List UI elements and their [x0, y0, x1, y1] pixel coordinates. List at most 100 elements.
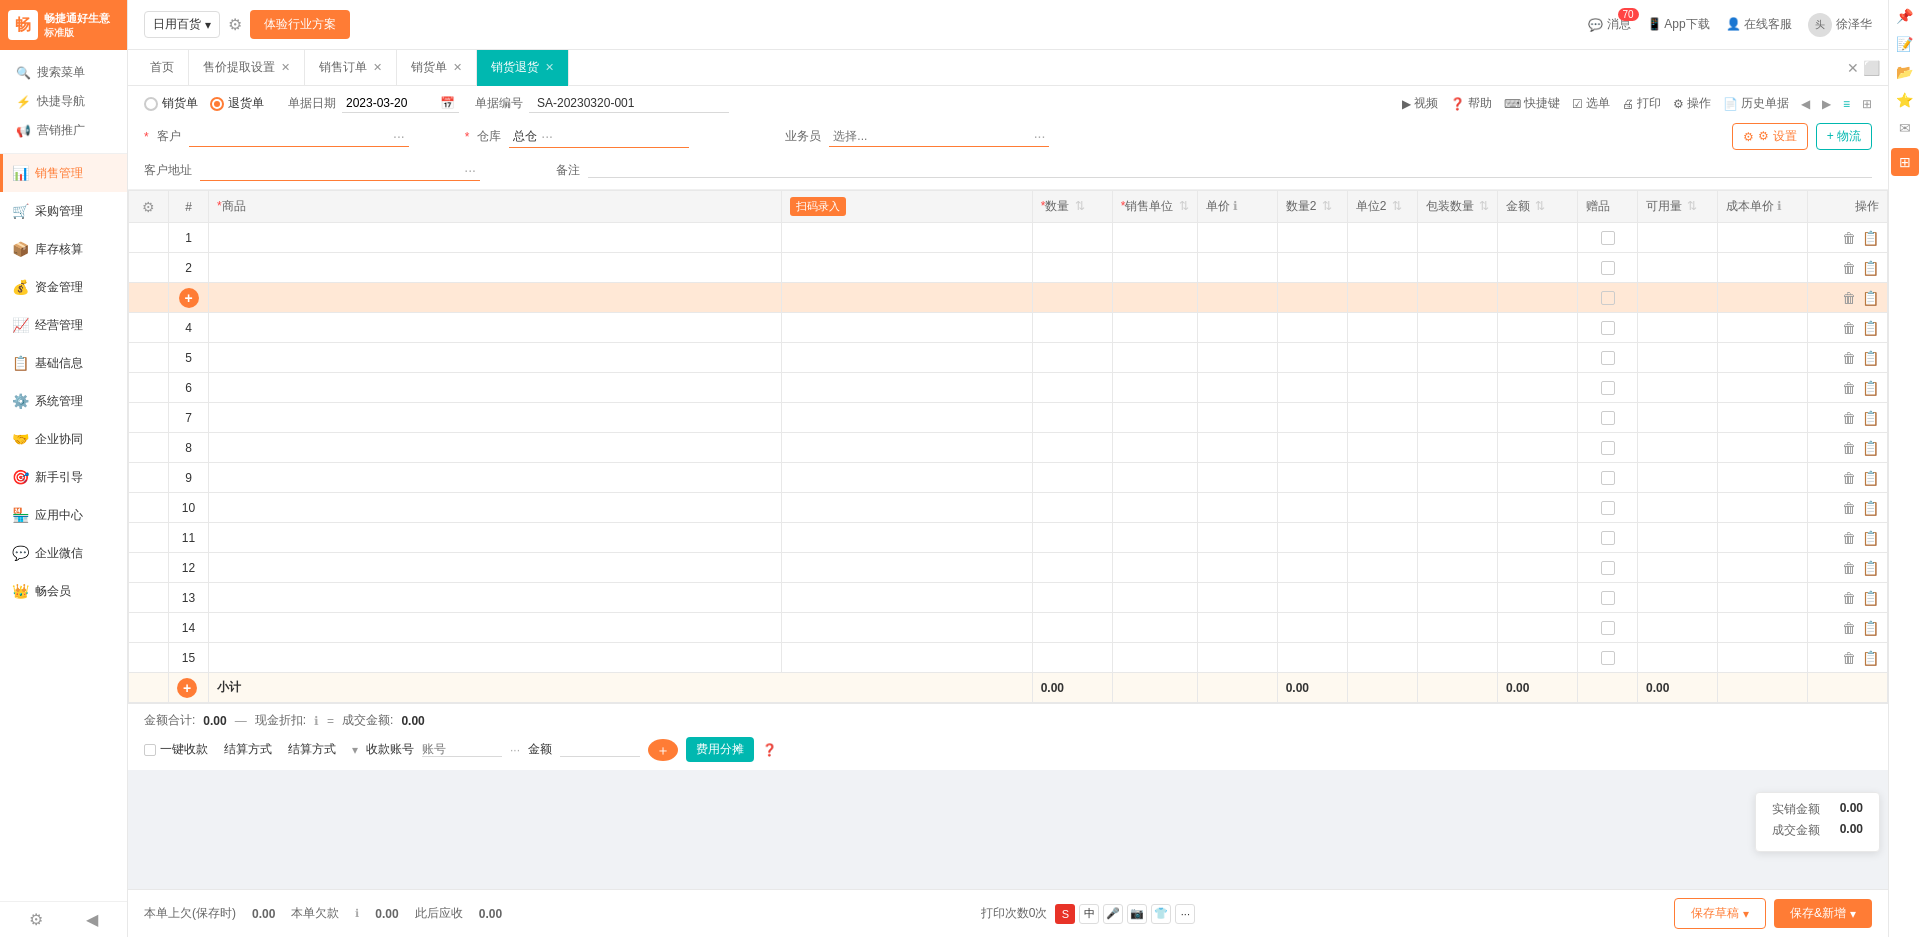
copy-row-icon-15[interactable]: 📋	[1862, 650, 1879, 666]
product-input-3[interactable]	[217, 291, 773, 305]
product-input-10[interactable]	[217, 501, 773, 515]
product-input-14[interactable]	[217, 621, 773, 635]
row-qty-10[interactable]	[1032, 493, 1112, 523]
row-product-11[interactable]	[209, 523, 782, 553]
row-qty-15[interactable]	[1032, 643, 1112, 673]
row-qty-14[interactable]	[1032, 613, 1112, 643]
sidebar-item-search[interactable]: 🔍 搜索菜单	[8, 58, 119, 87]
row-unit-13[interactable]	[1112, 583, 1197, 613]
fullscreen-icon[interactable]: ⬜	[1863, 60, 1880, 76]
gift-checkbox-4[interactable]	[1601, 321, 1615, 335]
row-product-1[interactable]	[209, 223, 782, 253]
next-record-btn[interactable]: ▶	[1822, 97, 1831, 111]
right-star-icon[interactable]: ⭐	[1896, 92, 1913, 108]
copy-row-icon-9[interactable]: 📋	[1862, 470, 1879, 486]
row-pkgqty-4[interactable]	[1417, 313, 1497, 343]
row-amount-1[interactable]	[1498, 223, 1578, 253]
row-qty2-11[interactable]	[1277, 523, 1347, 553]
remark-input[interactable]	[588, 163, 1872, 177]
row-amount-3[interactable]	[1498, 283, 1578, 313]
row-pkgqty-2[interactable]	[1417, 253, 1497, 283]
row-product-6[interactable]	[209, 373, 782, 403]
row-pkgqty-15[interactable]	[1417, 643, 1497, 673]
row-qty2-1[interactable]	[1277, 223, 1347, 253]
row-qty-2[interactable]	[1032, 253, 1112, 283]
delete-row-icon-2[interactable]: 🗑	[1842, 260, 1856, 276]
gift-checkbox-14[interactable]	[1601, 621, 1615, 635]
row-price-12[interactable]	[1197, 553, 1277, 583]
row-price-7[interactable]	[1197, 403, 1277, 433]
sidebar-item-purchase[interactable]: 🛒 采购管理	[0, 192, 127, 230]
gift-checkbox-7[interactable]	[1601, 411, 1615, 425]
im-zh-icon[interactable]: 中	[1079, 904, 1099, 924]
account-picker-icon[interactable]: ···	[510, 743, 520, 757]
amount-input[interactable]	[560, 742, 640, 757]
print-toolbar-item[interactable]: 🖨 打印	[1622, 95, 1661, 112]
staff-picker-icon[interactable]: ···	[1034, 128, 1046, 144]
product-input-2[interactable]	[217, 261, 773, 275]
row-pkgqty-14[interactable]	[1417, 613, 1497, 643]
close-sales-delivery-icon[interactable]: ✕	[453, 61, 462, 74]
right-mail-icon[interactable]: ✉	[1899, 120, 1911, 136]
copy-row-icon-11[interactable]: 📋	[1862, 530, 1879, 546]
row-amount-9[interactable]	[1498, 463, 1578, 493]
unit2-sort-icon[interactable]: ⇅	[1392, 199, 1402, 213]
current-debt-icon[interactable]: ℹ	[355, 907, 359, 920]
row-pkgqty-3[interactable]	[1417, 283, 1497, 313]
select-toolbar-item[interactable]: ☑ 选单	[1572, 95, 1610, 112]
delete-row-icon-13[interactable]: 🗑	[1842, 590, 1856, 606]
gift-checkbox-1[interactable]	[1601, 231, 1615, 245]
row-price-15[interactable]	[1197, 643, 1277, 673]
row-qty2-9[interactable]	[1277, 463, 1347, 493]
gift-checkbox-12[interactable]	[1601, 561, 1615, 575]
delete-row-icon-15[interactable]: 🗑	[1842, 650, 1856, 666]
row-product-15[interactable]	[209, 643, 782, 673]
customer-input[interactable]	[193, 129, 393, 143]
row-unit-1[interactable]	[1112, 223, 1197, 253]
delete-row-icon-3[interactable]: 🗑	[1842, 290, 1856, 306]
row-product-5[interactable]	[209, 343, 782, 373]
row-qty2-6[interactable]	[1277, 373, 1347, 403]
product-input-4[interactable]	[217, 321, 773, 335]
copy-row-icon-8[interactable]: 📋	[1862, 440, 1879, 456]
discount-help-icon[interactable]: ℹ	[314, 714, 319, 728]
row-amount-15[interactable]	[1498, 643, 1578, 673]
row-product-4[interactable]	[209, 313, 782, 343]
copy-row-icon-7[interactable]: 📋	[1862, 410, 1879, 426]
row-available-1[interactable]	[1638, 223, 1718, 253]
user-menu[interactable]: 头 徐泽华	[1808, 13, 1872, 37]
copy-row-icon-2[interactable]: 📋	[1862, 260, 1879, 276]
save-draft-button[interactable]: 保存草稿 ▾	[1674, 898, 1766, 929]
help-toolbar-item[interactable]: ❓ 帮助	[1450, 95, 1492, 112]
right-pin-icon[interactable]: 📌	[1896, 8, 1913, 24]
video-toolbar-item[interactable]: ▶ 视频	[1402, 95, 1438, 112]
history-toolbar-item[interactable]: 📄 历史单据	[1723, 95, 1789, 112]
sidebar-item-shortcut[interactable]: ⚡ 快捷导航	[8, 87, 119, 116]
row-price-10[interactable]	[1197, 493, 1277, 523]
sidebar-item-business[interactable]: 📈 经营管理	[0, 306, 127, 344]
row-qty2-5[interactable]	[1277, 343, 1347, 373]
sidebar-item-marketing[interactable]: 📢 营销推广	[8, 116, 119, 145]
row-available-5[interactable]	[1638, 343, 1718, 373]
row-unit-10[interactable]	[1112, 493, 1197, 523]
radio-sales[interactable]: 销货单	[144, 95, 198, 112]
address-picker-icon[interactable]: ···	[464, 162, 476, 178]
row-unit-8[interactable]	[1112, 433, 1197, 463]
row-available-2[interactable]	[1638, 253, 1718, 283]
gift-checkbox-3[interactable]	[1601, 291, 1615, 305]
sidebar-item-system[interactable]: ⚙️ 系统管理	[0, 382, 127, 420]
row-amount-12[interactable]	[1498, 553, 1578, 583]
delete-row-icon-6[interactable]: 🗑	[1842, 380, 1856, 396]
row-available-8[interactable]	[1638, 433, 1718, 463]
row-amount-8[interactable]	[1498, 433, 1578, 463]
sidebar-item-wechat[interactable]: 💬 企业微信	[0, 534, 127, 572]
tab-sales-delivery[interactable]: 销货单 ✕	[397, 50, 477, 86]
row-qty-6[interactable]	[1032, 373, 1112, 403]
right-note-icon[interactable]: 📝	[1896, 36, 1913, 52]
row-pkgqty-13[interactable]	[1417, 583, 1497, 613]
warehouse-picker-icon[interactable]: ···	[541, 128, 553, 144]
row-qty-5[interactable]	[1032, 343, 1112, 373]
product-input-8[interactable]	[217, 441, 773, 455]
row-unit-7[interactable]	[1112, 403, 1197, 433]
row-product-7[interactable]	[209, 403, 782, 433]
